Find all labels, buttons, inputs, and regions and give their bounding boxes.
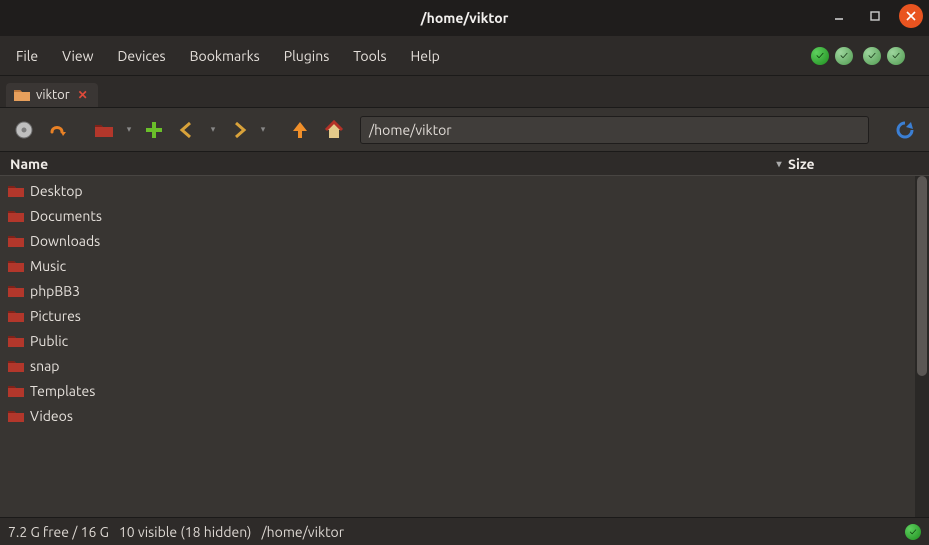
file-name: Documents xyxy=(30,208,102,224)
folder-icon xyxy=(8,209,24,223)
file-name: snap xyxy=(30,358,59,374)
folder-icon xyxy=(8,184,24,198)
menu-devices[interactable]: Devices xyxy=(106,42,178,70)
folder-icon xyxy=(8,309,24,323)
column-size[interactable]: Size xyxy=(788,156,888,172)
maximize-button[interactable] xyxy=(863,4,887,28)
back-icon[interactable] xyxy=(174,116,202,144)
folder-icon xyxy=(14,88,30,102)
file-name: Templates xyxy=(30,383,95,399)
list-item[interactable]: Public xyxy=(0,328,915,353)
up-icon[interactable] xyxy=(286,116,314,144)
status-disk: 7.2 G free / 16 G xyxy=(8,524,109,540)
file-pane: Desktop Documents Downloads Music phpBB3 Pict… xyxy=(0,176,929,517)
open-folder-icon[interactable] xyxy=(90,116,118,144)
tab-close-icon[interactable]: ✕ xyxy=(76,88,88,102)
file-name: Downloads xyxy=(30,233,100,249)
dropdown-icon[interactable]: ▾ xyxy=(124,124,134,135)
list-item[interactable]: snap xyxy=(0,353,915,378)
connect-icon[interactable] xyxy=(44,116,72,144)
check-icon[interactable]: ✓ xyxy=(811,47,829,65)
window-controls xyxy=(827,4,923,28)
list-item[interactable]: Music xyxy=(0,253,915,278)
window-title: /home/viktor xyxy=(421,10,509,26)
status-visible: 10 visible (18 hidden) xyxy=(119,524,252,540)
menu-help[interactable]: Help xyxy=(399,42,452,70)
folder-icon xyxy=(8,334,24,348)
file-name: Public xyxy=(30,333,68,349)
scrollbar-thumb[interactable] xyxy=(917,176,927,376)
menubar-status-icons: ✓ ✓ ✓ ✓ xyxy=(811,47,925,65)
add-icon[interactable] xyxy=(140,116,168,144)
status-path: /home/viktor xyxy=(261,524,344,540)
file-name: Pictures xyxy=(30,308,81,324)
folder-icon xyxy=(8,409,24,423)
dropdown-icon[interactable]: ▾ xyxy=(258,124,268,135)
minimize-button[interactable] xyxy=(827,4,851,28)
list-item[interactable]: Desktop xyxy=(0,178,915,203)
list-item[interactable]: phpBB3 xyxy=(0,278,915,303)
list-item[interactable]: Videos xyxy=(0,403,915,428)
address-text: /home/viktor xyxy=(369,122,452,138)
list-item[interactable]: Pictures xyxy=(0,303,915,328)
home-icon[interactable] xyxy=(320,116,348,144)
menu-plugins[interactable]: Plugins xyxy=(272,42,342,70)
folder-icon xyxy=(8,234,24,248)
dropdown-icon[interactable]: ▾ xyxy=(208,124,218,135)
column-name[interactable]: Name xyxy=(10,156,770,172)
titlebar: /home/viktor xyxy=(0,0,929,36)
folder-icon xyxy=(8,259,24,273)
list-item[interactable]: Documents xyxy=(0,203,915,228)
address-input[interactable]: /home/viktor xyxy=(360,116,869,144)
menu-bookmarks[interactable]: Bookmarks xyxy=(178,42,272,70)
check-icon[interactable]: ✓ xyxy=(835,47,853,65)
folder-icon xyxy=(8,284,24,298)
check-icon[interactable]: ✓ xyxy=(887,47,905,65)
folder-icon xyxy=(8,384,24,398)
sort-indicator-icon[interactable]: ▾ xyxy=(770,158,788,170)
menubar: File View Devices Bookmarks Plugins Tool… xyxy=(0,36,929,76)
check-icon[interactable]: ✓ xyxy=(905,524,921,540)
tabstrip: viktor ✕ xyxy=(0,76,929,108)
file-name: Music xyxy=(30,258,66,274)
scrollbar[interactable] xyxy=(915,176,929,517)
tab-label: viktor xyxy=(36,88,70,102)
file-list[interactable]: Desktop Documents Downloads Music phpBB3 Pict… xyxy=(0,176,915,517)
column-header: Name ▾ Size xyxy=(0,152,929,176)
file-name: Videos xyxy=(30,408,73,424)
statusbar: 7.2 G free / 16 G 10 visible (18 hidden)… xyxy=(0,517,929,545)
disk-icon[interactable] xyxy=(10,116,38,144)
check-icon[interactable]: ✓ xyxy=(863,47,881,65)
list-item[interactable]: Downloads xyxy=(0,228,915,253)
tab-viktor[interactable]: viktor ✕ xyxy=(6,83,98,107)
refresh-icon[interactable] xyxy=(891,116,919,144)
file-name: Desktop xyxy=(30,183,83,199)
close-button[interactable] xyxy=(899,4,923,28)
forward-icon[interactable] xyxy=(224,116,252,144)
menu-file[interactable]: File xyxy=(4,42,50,70)
toolbar: ▾ ▾ ▾ /home/viktor xyxy=(0,108,929,152)
file-name: phpBB3 xyxy=(30,283,80,299)
menu-view[interactable]: View xyxy=(50,42,105,70)
list-item[interactable]: Templates xyxy=(0,378,915,403)
folder-icon xyxy=(8,359,24,373)
menu-tools[interactable]: Tools xyxy=(341,42,398,70)
